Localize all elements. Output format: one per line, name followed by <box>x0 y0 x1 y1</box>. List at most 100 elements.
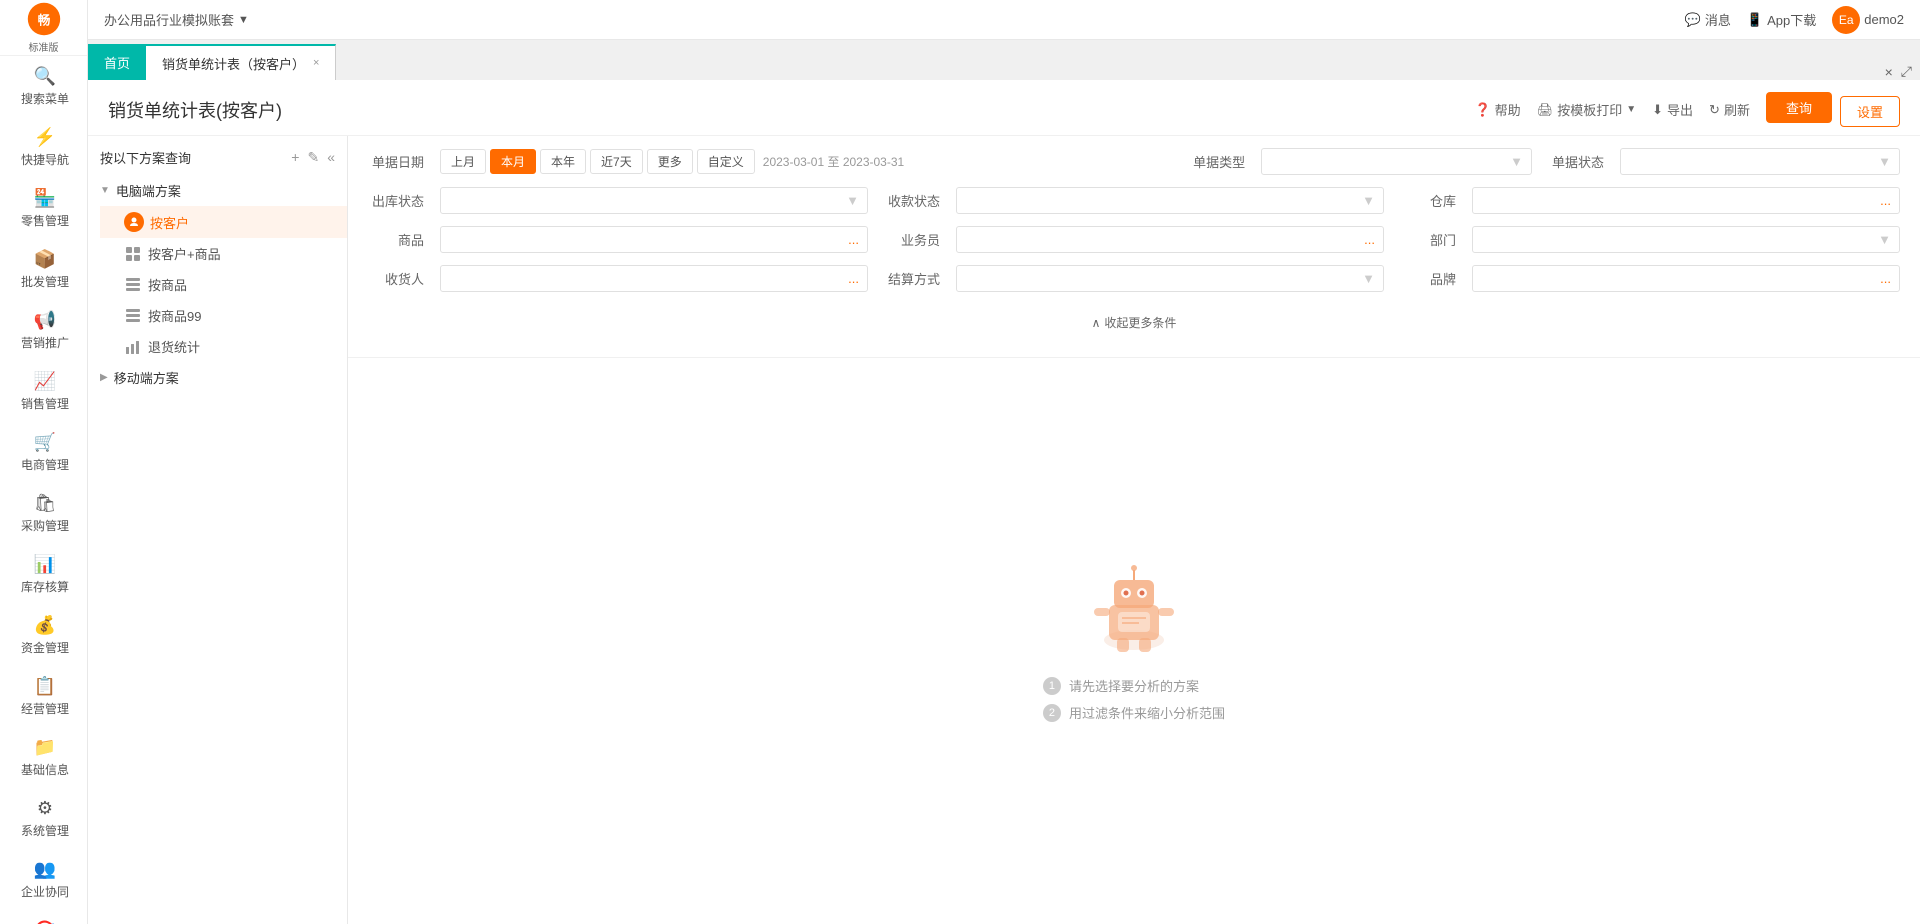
tab-close-icon[interactable]: × <box>313 57 319 69</box>
sidebar-item-retail[interactable]: 🏪 零售管理 <box>0 178 87 239</box>
tab-expand-icon[interactable]: ⤢ <box>1901 63 1912 80</box>
tree-group-mobile-header[interactable]: ▶ 移动端方案 <box>100 362 347 393</box>
sidebar-item-guide[interactable]: 🎯 新手引导 <box>0 910 87 924</box>
order-type-select[interactable]: ▼ <box>1261 148 1532 175</box>
query-button[interactable]: 查询 <box>1766 92 1832 123</box>
dept-select[interactable]: ▼ <box>1472 226 1900 253</box>
sidebar-item-wholesale[interactable]: 📦 批发管理 <box>0 239 87 300</box>
user-menu[interactable]: Ea demo2 <box>1832 6 1904 34</box>
tab-close-window-icon[interactable]: × <box>1885 64 1893 80</box>
sidebar-logo[interactable]: 畅 标准版 <box>0 0 87 56</box>
retail-icon: 🏪 <box>34 188 56 209</box>
tree-item-by-customer-label: 按客户 <box>150 213 189 232</box>
search-icon: 🔍 <box>34 66 56 87</box>
hint-num-1: 1 <box>1043 677 1061 695</box>
tree-item-customer-goods[interactable]: 按客户+商品 <box>100 238 347 269</box>
refresh-icon: ↻ <box>1709 102 1720 118</box>
tree-item-by-goods-label: 按商品 <box>148 275 187 294</box>
settings-button[interactable]: 设置 <box>1840 96 1900 127</box>
sales-dots[interactable]: ... <box>1364 232 1375 247</box>
sidebar-item-purchase-label: 采购管理 <box>21 517 69 534</box>
hint-num-2: 2 <box>1043 704 1061 722</box>
warehouse-input[interactable]: ... <box>1472 187 1900 214</box>
empty-hint-2: 2 用过滤条件来缩小分析范围 <box>1043 703 1225 722</box>
help-icon: ❓ <box>1474 102 1490 118</box>
sidebar-item-finance[interactable]: 💰 资金管理 <box>0 605 87 666</box>
date-btn-this-month[interactable]: 本月 <box>490 149 536 174</box>
export-button[interactable]: ⬇ 导出 <box>1652 100 1693 119</box>
tree-item-by-goods99[interactable]: 按商品99 <box>100 300 347 331</box>
app-download-button[interactable]: 📱 App下载 <box>1747 10 1816 29</box>
date-btn-more[interactable]: 更多 <box>647 149 693 174</box>
sidebar-item-basic[interactable]: 📁 基础信息 <box>0 727 87 788</box>
dept-label: 部门 <box>1400 230 1456 249</box>
message-label: 消息 <box>1705 10 1731 29</box>
avatar: Ea <box>1832 6 1860 34</box>
sales-stats-tab-label: 销货单统计表（按客户） <box>162 54 305 73</box>
add-scheme-icon[interactable]: + <box>291 149 299 166</box>
sidebar-item-search[interactable]: 🔍 搜索菜单 <box>0 56 87 117</box>
dropdown-chevron-icon: ▼ <box>238 14 249 26</box>
edit-scheme-icon[interactable]: ✎ <box>307 149 319 166</box>
brand-dots[interactable]: ... <box>1880 271 1891 286</box>
sidebar-item-inventory[interactable]: 📊 库存核算 <box>0 544 87 605</box>
payment-method-select[interactable]: ▼ <box>956 265 1384 292</box>
date-btn-this-year[interactable]: 本年 <box>540 149 586 174</box>
operation-icon: 📋 <box>34 676 56 697</box>
tree-item-customer-goods-label: 按客户+商品 <box>148 244 221 263</box>
message-button[interactable]: 💬 消息 <box>1685 10 1731 29</box>
sales-label: 业务员 <box>884 230 940 249</box>
hint-text-1: 请先选择要分析的方案 <box>1069 676 1199 695</box>
goods-input[interactable]: ... <box>440 226 868 253</box>
order-status-label: 单据状态 <box>1548 152 1604 171</box>
sidebar-item-system[interactable]: ⚙ 系统管理 <box>0 788 87 849</box>
sidebar-item-sales[interactable]: 📈 销售管理 <box>0 361 87 422</box>
sidebar-item-marketing-label: 营销推广 <box>21 334 69 351</box>
wholesale-icon: 📦 <box>34 249 56 270</box>
sidebar-item-collab[interactable]: 👥 企业协同 <box>0 849 87 910</box>
goods-label: 商品 <box>368 230 424 249</box>
filter-row-1: 单据日期 上月 本月 本年 近7天 更多 自定义 2023-03-01 至 20… <box>368 148 1900 175</box>
nav-icon: ⚡ <box>34 127 56 148</box>
tree-item-returns[interactable]: 退货统计 <box>100 331 347 362</box>
date-btn-last7days[interactable]: 近7天 <box>590 149 643 174</box>
payment-status-select[interactable]: ▼ <box>956 187 1384 214</box>
topbar: 办公用品行业模拟账套 ▼ 💬 消息 📱 App下载 Ea demo2 <box>88 0 1920 40</box>
sidebar-item-ecom-label: 电商管理 <box>21 456 69 473</box>
tab-home[interactable]: 首页 <box>88 44 146 80</box>
sidebar-item-nav[interactable]: ⚡ 快捷导航 <box>0 117 87 178</box>
sidebar-item-operation[interactable]: 📋 经营管理 <box>0 666 87 727</box>
collapse-panel-icon[interactable]: « <box>327 149 335 166</box>
goods-dots[interactable]: ... <box>848 232 859 247</box>
grid-icon <box>124 245 142 263</box>
collapse-icon: ∧ <box>1092 316 1101 330</box>
tree-item-by-customer[interactable]: 按客户 <box>100 206 347 238</box>
print-button[interactable]: 🖨 按模板打印 ▼ <box>1537 100 1636 119</box>
date-btn-custom[interactable]: 自定义 <box>697 149 755 174</box>
sidebar-item-basic-label: 基础信息 <box>21 761 69 778</box>
payment-method-chevron: ▼ <box>1362 271 1375 286</box>
account-selector[interactable]: 办公用品行业模拟账套 ▼ <box>104 10 249 29</box>
app-download-label: App下载 <box>1767 10 1816 29</box>
empty-illustration <box>1074 560 1194 660</box>
tab-sales-stats[interactable]: 销货单统计表（按客户） × <box>146 44 336 80</box>
sidebar-item-ecom[interactable]: 🛒 电商管理 <box>0 422 87 483</box>
tree-item-by-goods[interactable]: 按商品 <box>100 269 347 300</box>
recipient-dots[interactable]: ... <box>848 271 859 286</box>
refresh-button[interactable]: ↻ 刷新 <box>1709 100 1750 119</box>
date-btn-last-month[interactable]: 上月 <box>440 149 486 174</box>
warehouse-dots[interactable]: ... <box>1880 193 1891 208</box>
recipient-input[interactable]: ... <box>440 265 868 292</box>
active-item-indicator <box>124 212 144 232</box>
sidebar-item-search-label: 搜索菜单 <box>21 90 69 107</box>
sidebar-item-marketing[interactable]: 📢 营销推广 <box>0 300 87 361</box>
help-button[interactable]: ❓ 帮助 <box>1474 100 1520 119</box>
brand-input[interactable]: ... <box>1472 265 1900 292</box>
order-status-select[interactable]: ▼ <box>1620 148 1900 175</box>
stock-status-select[interactable]: ▼ <box>440 187 868 214</box>
tree-group-desktop-header[interactable]: ▼ 电脑端方案 <box>100 175 347 206</box>
sidebar-item-purchase[interactable]: 🛍 采购管理 <box>0 483 87 544</box>
sales-input[interactable]: ... <box>956 226 1384 253</box>
left-panel-icons: + ✎ « <box>291 149 335 166</box>
collapse-button[interactable]: ∧ 收起更多条件 <box>1076 308 1193 337</box>
